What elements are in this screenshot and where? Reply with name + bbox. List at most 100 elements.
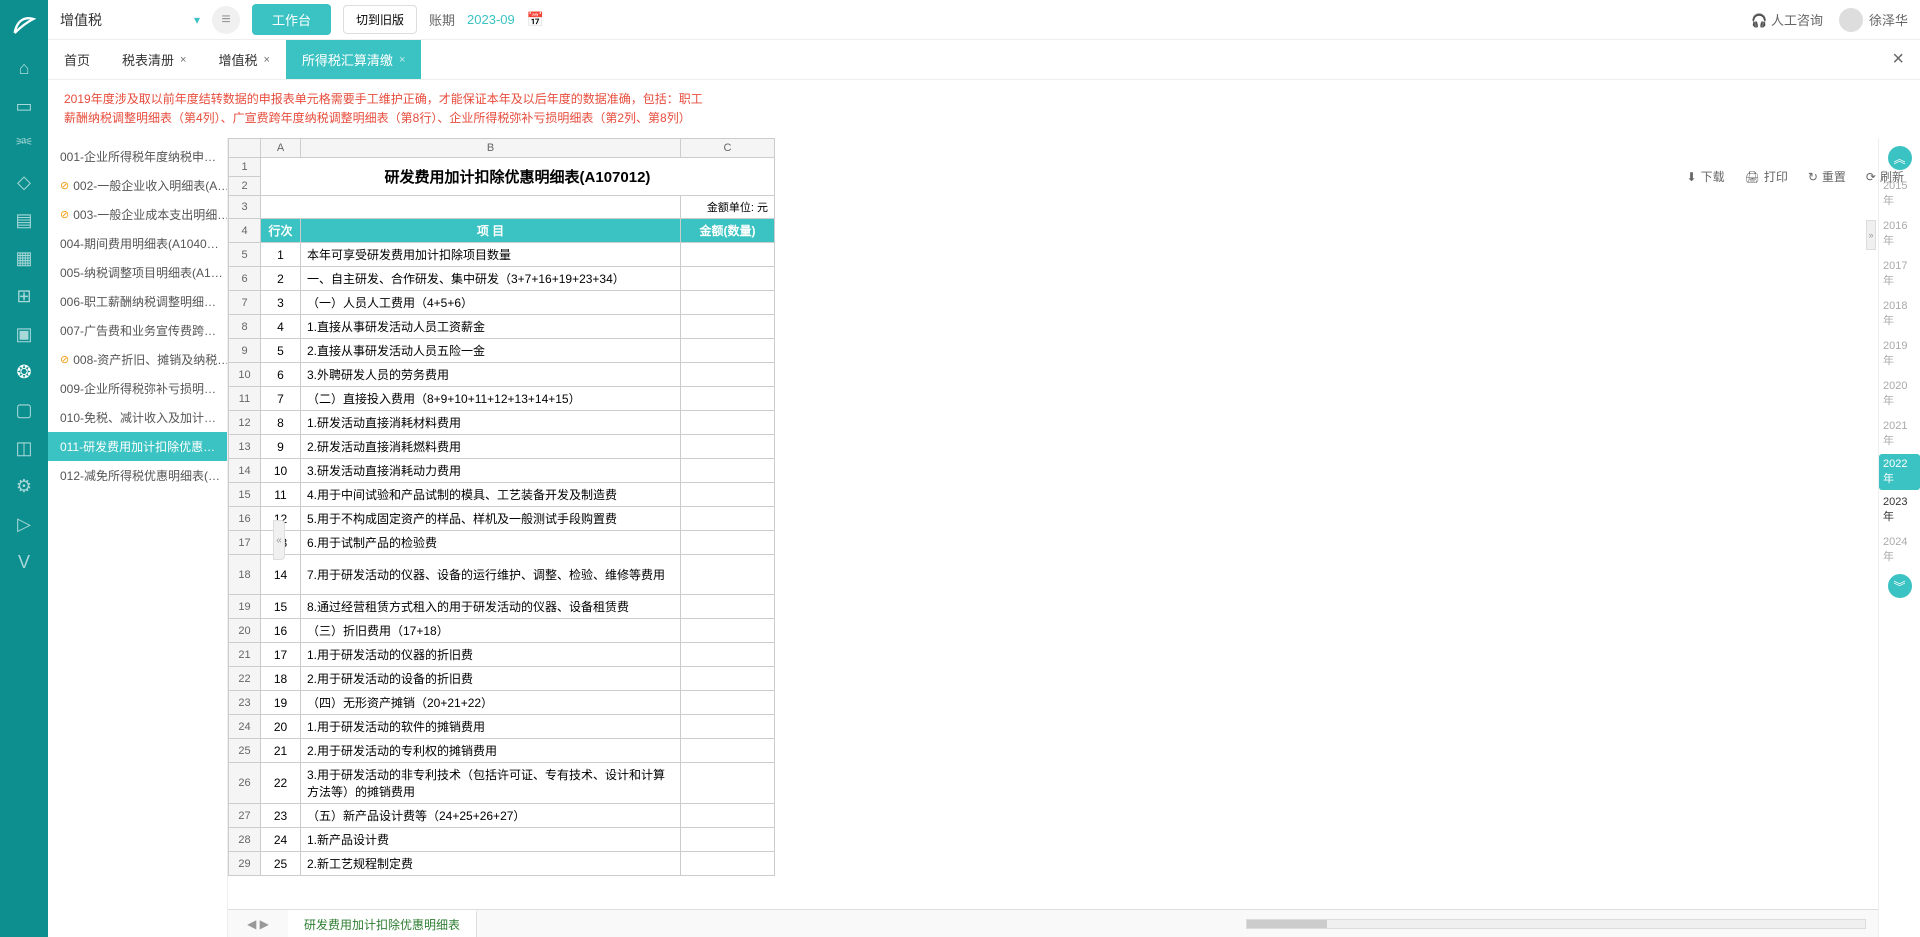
nav-home-icon[interactable]: ⌂ [14,58,34,78]
cell-amount[interactable] [681,763,775,804]
expand-year-handle[interactable]: » [1866,220,1876,250]
year-2021年[interactable]: 2021年 [1879,414,1920,454]
nav-doc-icon[interactable]: ▭ [14,96,34,116]
cell-hx[interactable]: 3 [261,291,301,315]
cell-hx[interactable]: 18 [261,667,301,691]
cell-amount[interactable] [681,828,775,852]
user-menu[interactable]: 徐泽华 [1839,8,1908,32]
sheet-tab-nav[interactable]: ◀ ▶ [228,917,288,931]
cell-item[interactable]: （三）折旧费用（17+18） [301,619,681,643]
row-header[interactable]: 5 [229,243,261,267]
row-header[interactable]: 12 [229,411,261,435]
cell-hx[interactable]: 4 [261,315,301,339]
cell-item[interactable]: 1.用于研发活动的仪器的折旧费 [301,643,681,667]
cell-amount[interactable] [681,267,775,291]
consult-link[interactable]: 🎧 人工咨询 [1751,10,1823,29]
row-header[interactable]: 23 [229,691,261,715]
tab-2[interactable]: 增值税× [202,40,285,79]
cell-amount[interactable] [681,852,775,876]
tree-item-4[interactable]: 005-纳税调整项目明细表(A1… [48,258,227,287]
switch-old-button[interactable]: 切到旧版 [343,5,417,34]
corner-cell[interactable] [229,139,261,158]
list-button[interactable]: ≡ [212,6,240,34]
cell-hx[interactable]: 20 [261,715,301,739]
cell-item[interactable]: 2.用于研发活动的设备的折旧费 [301,667,681,691]
cell-item[interactable]: 1.用于研发活动的软件的摊销费用 [301,715,681,739]
row-header[interactable]: 24 [229,715,261,739]
tree-item-5[interactable]: 006-职工薪酬纳税调整明细… [48,287,227,316]
nav-video-icon[interactable]: ▷ [14,514,34,534]
cell-hx[interactable]: 14 [261,555,301,595]
row-header[interactable]: 13 [229,435,261,459]
cell-item[interactable]: 3.研发活动直接消耗动力费用 [301,459,681,483]
row-header[interactable]: 10 [229,363,261,387]
cell-hx[interactable]: 22 [261,763,301,804]
row-header[interactable]: 26 [229,763,261,804]
row-header[interactable]: 19 [229,595,261,619]
tree-item-10[interactable]: 011-研发费用加计扣除优惠… [48,432,227,461]
cell-hx[interactable]: 15 [261,595,301,619]
year-2024年[interactable]: 2024年 [1879,530,1920,570]
tree-item-11[interactable]: 012-减免所得税优惠明细表(… [48,461,227,490]
cell-amount[interactable] [681,804,775,828]
cell-item[interactable]: （四）无形资产摊销（20+21+22） [301,691,681,715]
col-header-c[interactable]: C [681,139,775,158]
cell-item[interactable]: （五）新产品设计费等（24+25+26+27） [301,804,681,828]
row-header[interactable]: 27 [229,804,261,828]
nav-form-icon[interactable]: ▦ [14,248,34,268]
sheet-tab-active[interactable]: 研发费用加计扣除优惠明细表 [288,910,477,937]
cell-amount[interactable] [681,555,775,595]
cell-item[interactable]: 4.用于中间试验和产品试制的模具、工艺装备开发及制造费 [301,483,681,507]
nav-v-icon[interactable]: V [14,552,34,572]
nav-template-icon[interactable]: ⊞ [14,286,34,306]
tree-item-3[interactable]: 004-期间费用明细表(A1040… [48,229,227,258]
cell-amount[interactable] [681,643,775,667]
cell-amount[interactable] [681,619,775,643]
nav-calendar-icon[interactable]: ▣ [14,324,34,344]
row-header[interactable]: 28 [229,828,261,852]
spreadsheet-scroll[interactable]: A B C 1研发费用加计扣除优惠明细表(A107012) 2 3金额单位: 元… [228,138,1878,909]
tree-item-2[interactable]: ⊘003-一般企业成本支出明细… [48,200,227,229]
workbench-button[interactable]: 工作台 [252,4,331,35]
cell-amount[interactable] [681,315,775,339]
cell-item[interactable]: 2.用于研发活动的专利权的摊销费用 [301,739,681,763]
cell-hx[interactable]: 19 [261,691,301,715]
cell-item[interactable]: 3.用于研发活动的非专利技术（包括许可证、专有技术、设计和计算方法等）的摊销费用 [301,763,681,804]
row-header[interactable]: 2 [229,177,261,196]
tree-item-1[interactable]: ⊘002-一般企业收入明细表(A… [48,171,227,200]
nav-inbox-icon[interactable]: ◫ [14,438,34,458]
cell-hx[interactable]: 16 [261,619,301,643]
row-header[interactable]: 16 [229,507,261,531]
cell-hx[interactable]: 21 [261,739,301,763]
tab-1[interactable]: 税表清册× [106,40,202,79]
cell-item[interactable]: 2.研发活动直接消耗燃料费用 [301,435,681,459]
row-header[interactable]: 11 [229,387,261,411]
cell-item[interactable]: 1.直接从事研发活动人员工资薪金 [301,315,681,339]
cell-item[interactable]: 8.通过经营租赁方式租入的用于研发活动的仪器、设备租赁费 [301,595,681,619]
row-header[interactable]: 3 [229,196,261,219]
cell-item[interactable]: 2.直接从事研发活动人员五险一金 [301,339,681,363]
cell-amount[interactable] [681,291,775,315]
year-2019年[interactable]: 2019年 [1879,334,1920,374]
tab-0[interactable]: 首页 [48,40,106,79]
tree-item-0[interactable]: 001-企业所得税年度纳税申… [48,142,227,171]
cell-hx[interactable]: 1 [261,243,301,267]
cell-amount[interactable] [681,595,775,619]
cell-amount[interactable] [681,459,775,483]
cell-item[interactable]: 7.用于研发活动的仪器、设备的运行维护、调整、检验、维修等费用 [301,555,681,595]
cell-amount[interactable] [681,715,775,739]
cell-amount[interactable] [681,243,775,267]
cell-amount[interactable] [681,363,775,387]
nav-money-icon[interactable]: ◇ [14,172,34,192]
cell-amount[interactable] [681,531,775,555]
cell-hx[interactable]: 10 [261,459,301,483]
close-icon[interactable]: × [399,54,405,66]
nav-clipboard-icon[interactable]: ▤ [14,210,34,230]
row-header[interactable]: 29 [229,852,261,876]
cell-amount[interactable] [681,667,775,691]
row-header[interactable]: 9 [229,339,261,363]
row-header[interactable]: 4 [229,219,261,243]
cell-item[interactable]: 5.用于不构成固定资产的样品、样机及一般测试手段购置费 [301,507,681,531]
cell-hx[interactable]: 9 [261,435,301,459]
col-header-b[interactable]: B [301,139,681,158]
